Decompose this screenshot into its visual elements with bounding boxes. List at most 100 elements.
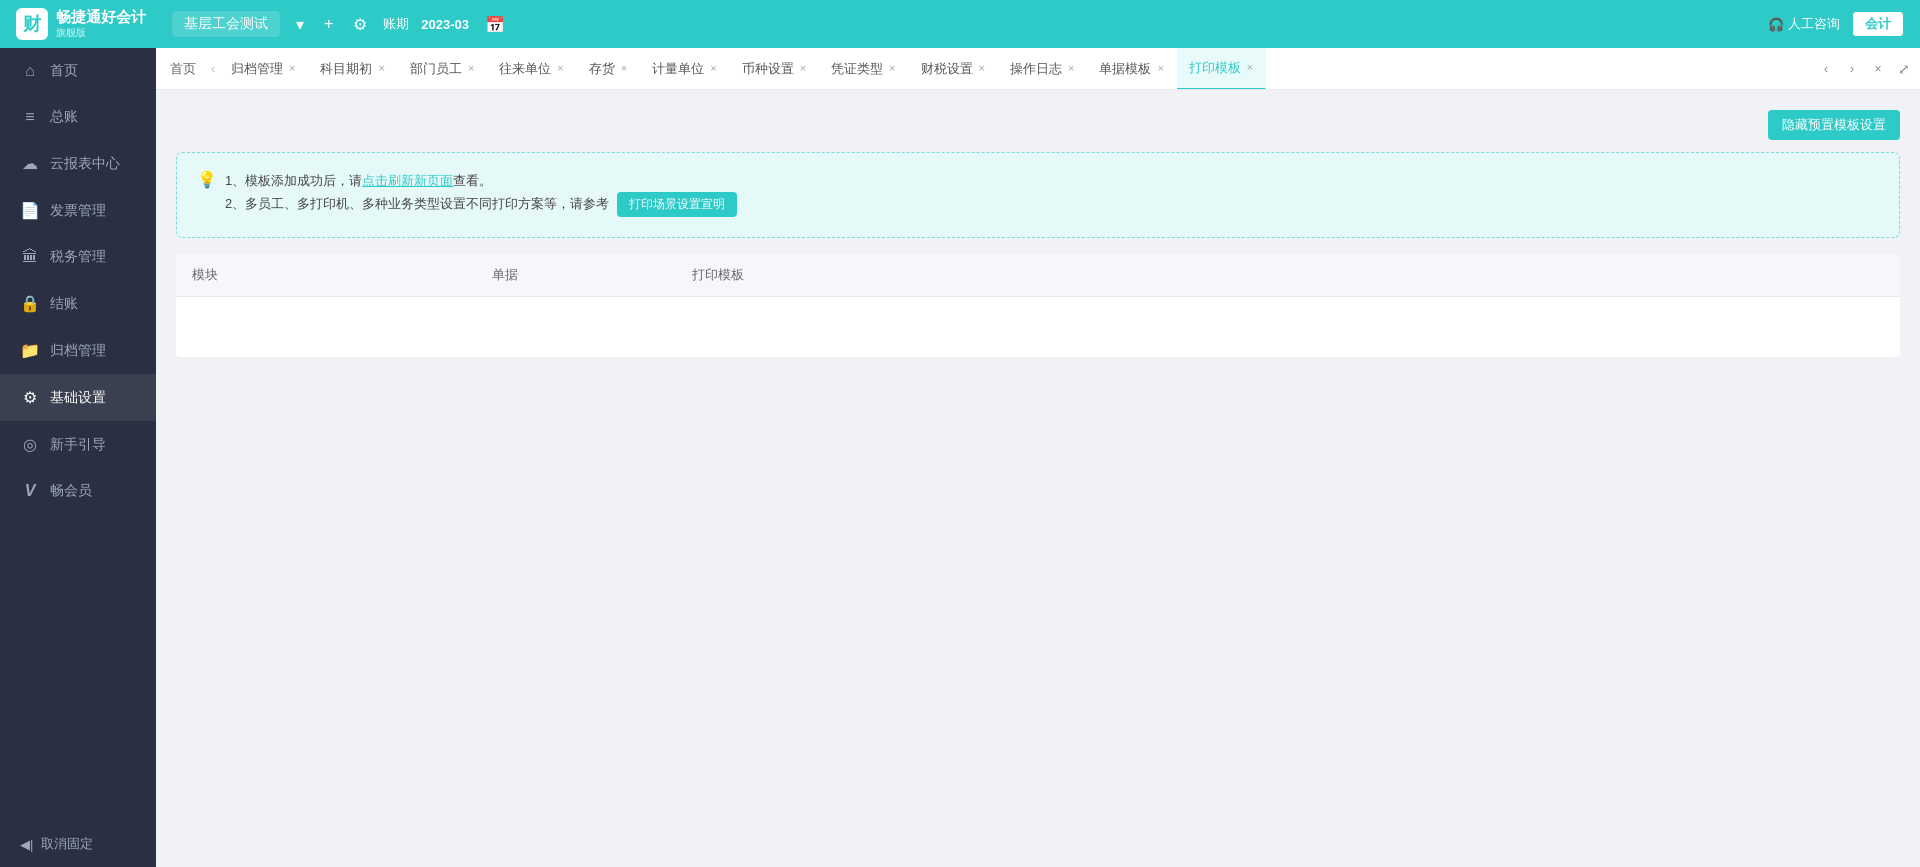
calendar-icon[interactable]: 📅 xyxy=(481,11,509,38)
tab-archive-mgmt[interactable]: 归档管理 × xyxy=(219,48,308,90)
tab-counterparty[interactable]: 往来单位 × xyxy=(487,48,576,90)
tab-inventory[interactable]: 存货 × xyxy=(577,48,640,90)
tab-op-log[interactable]: 操作日志 × xyxy=(998,48,1087,90)
sidebar-label-home: 首页 xyxy=(50,62,78,80)
kuaiji-button[interactable]: 会计 xyxy=(1852,11,1904,37)
breadcrumb-arrow[interactable]: ‹ xyxy=(207,62,219,76)
tab-home[interactable]: 首页 xyxy=(160,48,207,90)
tab-voucher-type[interactable]: 凭证类型 × xyxy=(819,48,908,90)
settings-sidebar-icon: ⚙ xyxy=(20,388,40,407)
tab-close-voucher[interactable]: × xyxy=(889,63,895,74)
period-label: 账期 xyxy=(383,15,409,33)
tab-close-all-btn[interactable]: × xyxy=(1866,57,1890,81)
tab-close-dept[interactable]: × xyxy=(468,63,474,74)
sidebar-label-member: 畅会员 xyxy=(50,482,92,500)
tab-close-archive[interactable]: × xyxy=(289,63,295,74)
sidebar-label-tax: 税务管理 xyxy=(50,248,106,266)
sidebar-item-close[interactable]: 🔒 结账 xyxy=(0,280,156,327)
main-layout: ⌂ 首页 ≡ 总账 ☁ 云报表中心 📄 发票管理 🏛 税务管理 🔒 结账 📁 归… xyxy=(0,48,1920,867)
table-body xyxy=(176,297,1900,357)
info-line1-link[interactable]: 点击刷新新页面 xyxy=(362,173,453,188)
info-line2-prefix: 2、多员工、多打印机、多种业务类型设置不同打印方案等，请参考 xyxy=(225,196,609,211)
data-table: 模块 单据 打印模板 xyxy=(176,254,1900,357)
tab-next-btn[interactable]: › xyxy=(1840,57,1864,81)
headset-icon: 🎧 xyxy=(1768,17,1784,32)
logo-main: 畅捷通好会计 xyxy=(56,8,146,26)
ledger-icon: ≡ xyxy=(20,108,40,126)
info-line2: 2、多员工、多打印机、多种业务类型设置不同打印方案等，请参考 打印场景设置宣明 xyxy=(225,192,737,217)
info-line1-prefix: 1、模板添加成功后，请 xyxy=(225,173,362,188)
logo-area: 财 畅捷通好会计 旗舰版 xyxy=(16,8,172,40)
tab-dept-staff[interactable]: 部门员工 × xyxy=(398,48,487,90)
sidebar: ⌂ 首页 ≡ 总账 ☁ 云报表中心 📄 发票管理 🏛 税务管理 🔒 结账 📁 归… xyxy=(0,48,156,867)
tab-close-inventory[interactable]: × xyxy=(621,63,627,74)
tax-icon: 🏛 xyxy=(20,248,40,266)
sidebar-item-invoice[interactable]: 📄 发票管理 xyxy=(0,187,156,234)
home-icon: ⌂ xyxy=(20,62,40,80)
tab-close-oplog[interactable]: × xyxy=(1068,63,1074,74)
member-icon: V xyxy=(20,482,40,500)
tab-close-counterparty[interactable]: × xyxy=(557,63,563,74)
sidebar-item-tax[interactable]: 🏛 税务管理 xyxy=(0,234,156,280)
tab-close-unit[interactable]: × xyxy=(710,63,716,74)
hide-template-button[interactable]: 隐藏预置模板设置 xyxy=(1768,110,1900,140)
service-button[interactable]: 🎧 人工咨询 xyxy=(1768,15,1840,33)
archive-icon: 📁 xyxy=(20,341,40,360)
sidebar-label-ledger: 总账 xyxy=(50,108,78,126)
table-col-template: 打印模板 xyxy=(676,254,1900,296)
info-line1-suffix: 查看。 xyxy=(453,173,492,188)
tab-close-currency[interactable]: × xyxy=(800,63,806,74)
sidebar-item-new-user[interactable]: ◎ 新手引导 xyxy=(0,421,156,468)
info-box: 💡 1、模板添加成功后，请点击刷新新页面查看。 2、多员工、多打印机、多种业务类… xyxy=(176,152,1900,238)
sidebar-label-invoice: 发票管理 xyxy=(50,202,106,220)
print-scene-button[interactable]: 打印场景设置宣明 xyxy=(617,192,737,217)
logo-icon: 财 xyxy=(16,8,48,40)
logo-text: 畅捷通好会计 旗舰版 xyxy=(56,8,146,40)
tab-bar: 首页 ‹ 归档管理 × 科目期初 × 部门员工 × 往来单位 × 存货 × xyxy=(156,48,1920,90)
tab-tax-settings[interactable]: 财税设置 × xyxy=(909,48,998,90)
table-header: 模块 单据 打印模板 xyxy=(176,254,1900,297)
period-value: 2023-03 xyxy=(421,17,469,32)
tab-currency[interactable]: 币种设置 × xyxy=(730,48,819,90)
info-row-1: 💡 1、模板添加成功后，请点击刷新新页面查看。 2、多员工、多打印机、多种业务类… xyxy=(197,169,1879,217)
bulb-icon: 💡 xyxy=(197,170,217,189)
page-content: 隐藏预置模板设置 💡 1、模板添加成功后，请点击刷新新页面查看。 2、多员工、多… xyxy=(156,90,1920,867)
sidebar-pin-toggle[interactable]: ◀| 取消固定 xyxy=(0,821,156,867)
sidebar-label-settings: 基础设置 xyxy=(50,389,106,407)
tab-prev-btn[interactable]: ‹ xyxy=(1814,57,1838,81)
tab-close-period[interactable]: × xyxy=(378,63,384,74)
tab-close-print[interactable]: × xyxy=(1247,62,1253,73)
tab-single-form[interactable]: 单据模板 × xyxy=(1087,48,1176,90)
sidebar-item-ledger[interactable]: ≡ 总账 xyxy=(0,94,156,140)
add-tab-icon[interactable]: + xyxy=(320,11,337,37)
sidebar-item-member[interactable]: V 畅会员 xyxy=(0,468,156,514)
settings-icon[interactable]: ⚙ xyxy=(349,11,371,38)
header-mid: 基层工会测试 ▾ + ⚙ 账期 2023-03 📅 xyxy=(172,11,1768,38)
pin-icon: ◀| xyxy=(20,837,33,852)
dropdown-icon[interactable]: ▾ xyxy=(292,11,308,38)
tab-actions: ‹ › × ⤢ xyxy=(1814,57,1916,81)
logo-sub: 旗舰版 xyxy=(56,26,146,40)
sidebar-label-archive: 归档管理 xyxy=(50,342,106,360)
sidebar-label-new-user: 新手引导 xyxy=(50,436,106,454)
sidebar-item-archive[interactable]: 📁 归档管理 xyxy=(0,327,156,374)
info-line1: 1、模板添加成功后，请点击刷新新页面查看。 xyxy=(225,169,737,192)
sidebar-item-reports[interactable]: ☁ 云报表中心 xyxy=(0,140,156,187)
tab-close-tax[interactable]: × xyxy=(979,63,985,74)
tab-period-init[interactable]: 科目期初 × xyxy=(308,48,397,90)
company-selector[interactable]: 基层工会测试 xyxy=(172,11,280,37)
top-header: 财 畅捷通好会计 旗舰版 基层工会测试 ▾ + ⚙ 账期 2023-03 📅 🎧… xyxy=(0,0,1920,48)
sidebar-label-close: 结账 xyxy=(50,295,78,313)
tab-close-single[interactable]: × xyxy=(1157,63,1163,74)
tab-fullscreen-btn[interactable]: ⤢ xyxy=(1892,57,1916,81)
table-col-module: 模块 xyxy=(176,254,476,296)
sidebar-item-settings[interactable]: ⚙ 基础设置 xyxy=(0,374,156,421)
sidebar-item-home[interactable]: ⌂ 首页 xyxy=(0,48,156,94)
sidebar-label-reports: 云报表中心 xyxy=(50,155,120,173)
page-top-bar: 隐藏预置模板设置 xyxy=(176,110,1900,140)
header-right: 🎧 人工咨询 会计 xyxy=(1768,11,1904,37)
tab-print-template[interactable]: 打印模板 × xyxy=(1177,48,1266,90)
cloud-icon: ☁ xyxy=(20,154,40,173)
table-col-form: 单据 xyxy=(476,254,676,296)
tab-unit[interactable]: 计量单位 × xyxy=(640,48,729,90)
